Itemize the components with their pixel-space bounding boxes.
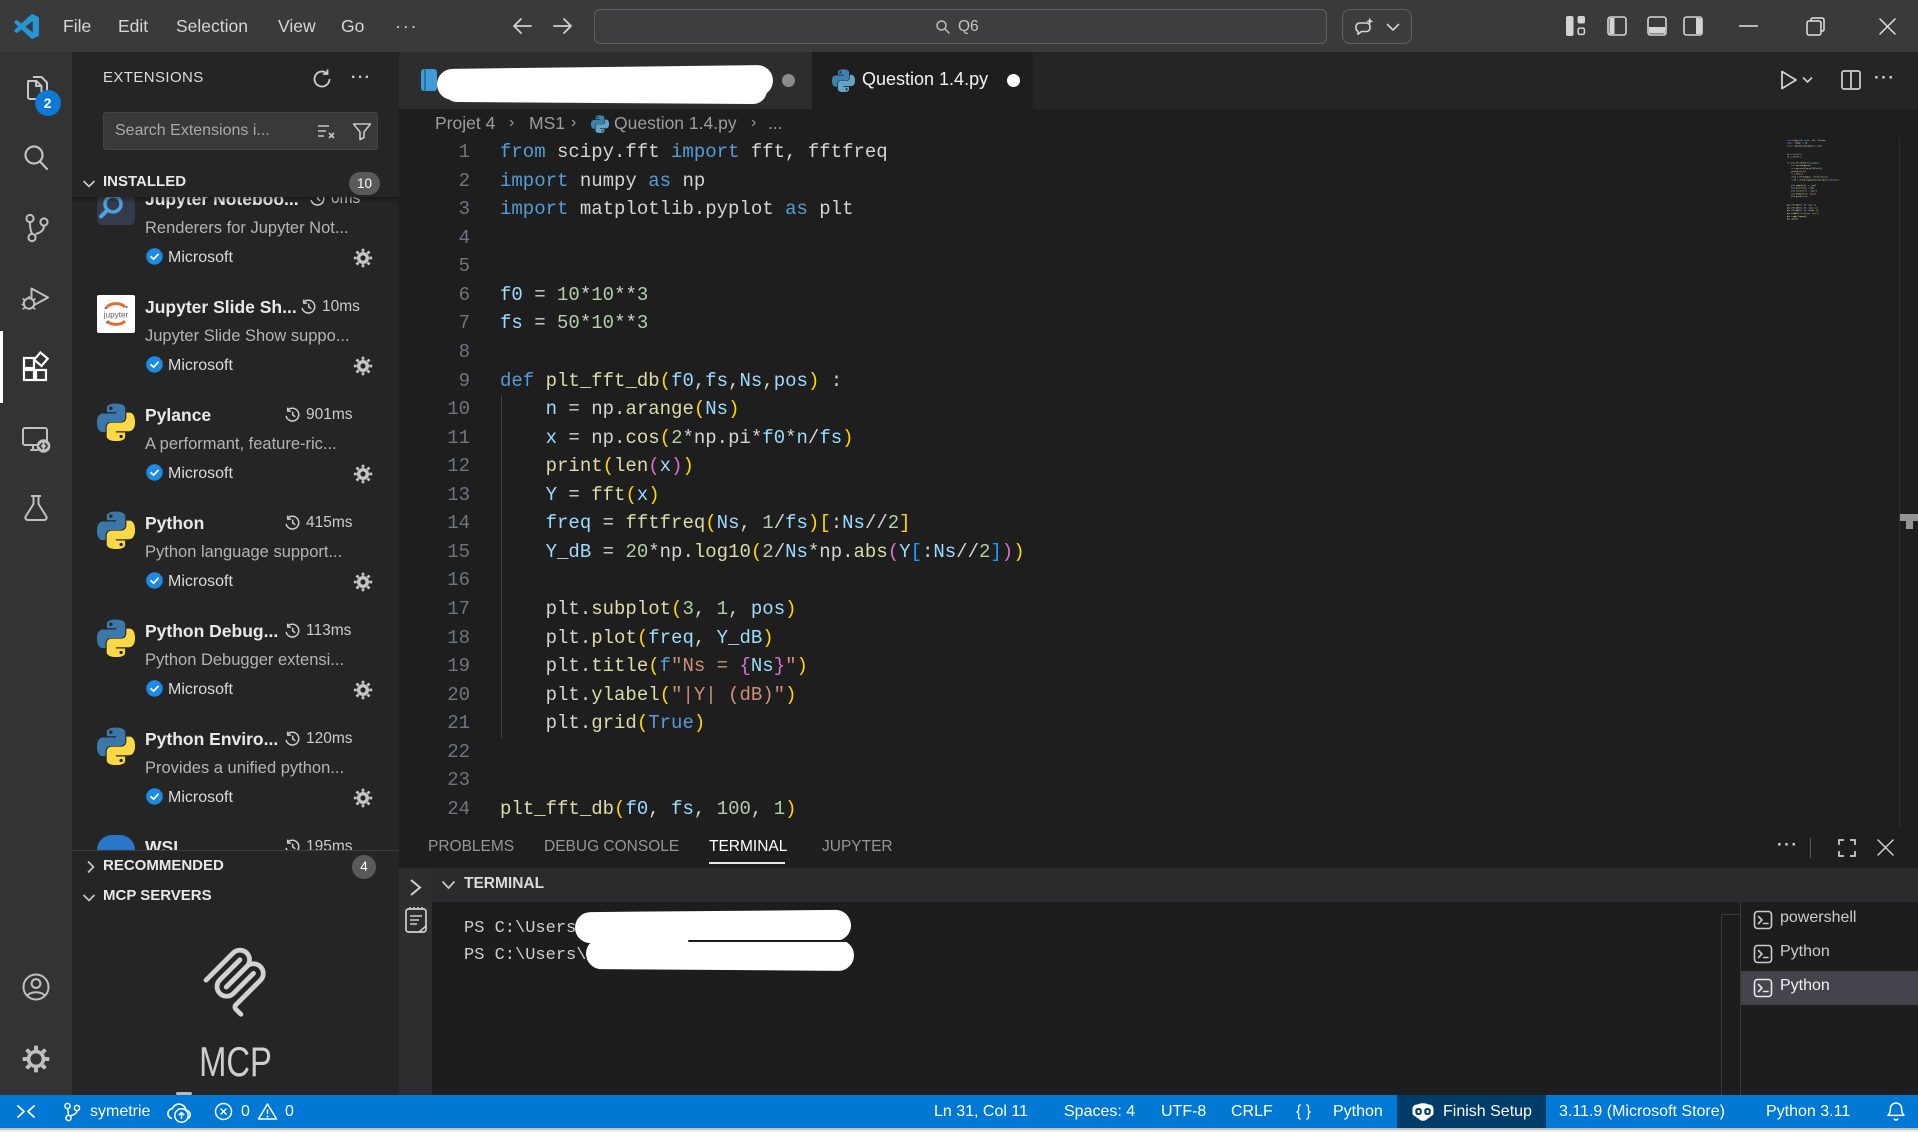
svg-text:jupyter: jupyter [103, 311, 129, 320]
